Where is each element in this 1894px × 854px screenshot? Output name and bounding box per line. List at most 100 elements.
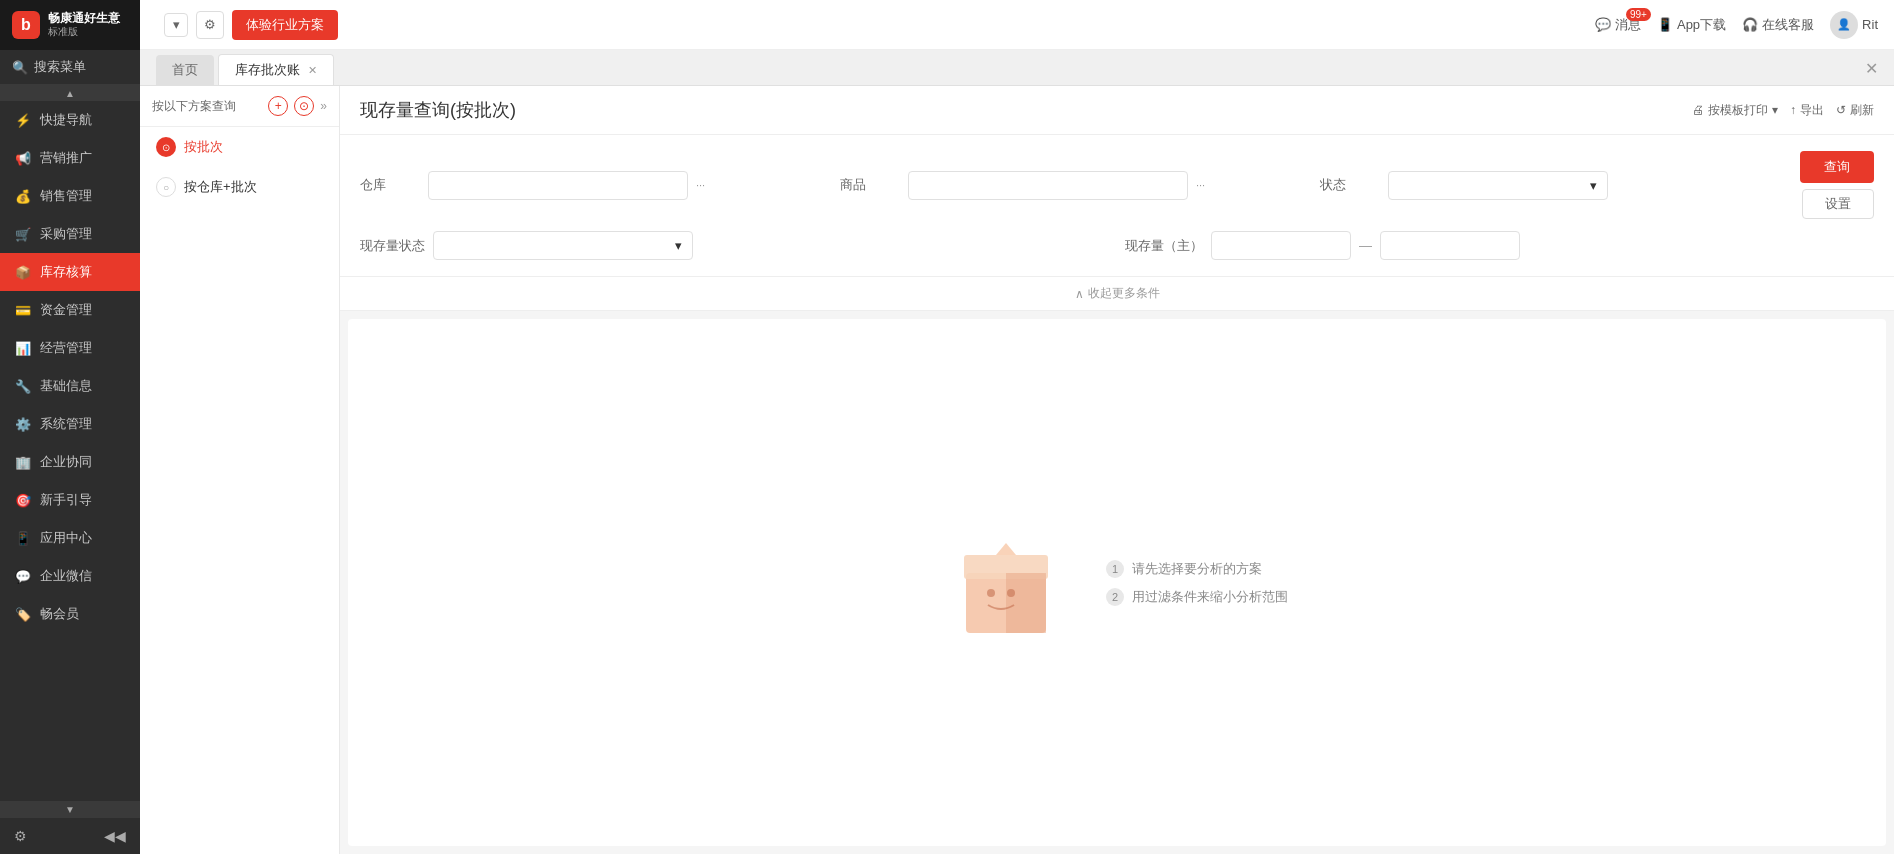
goods-label: 商品 [840, 176, 900, 194]
stock-qty-from-input[interactable] [1211, 231, 1351, 260]
search-icon: 🔍 [12, 60, 28, 75]
empty-state: 1 请先选择要分析的方案 2 用过滤条件来缩小分析范围 [348, 319, 1886, 846]
stock-qty-dash: — [1359, 238, 1372, 253]
export-button[interactable]: ↑ 导出 [1790, 102, 1824, 119]
scheme-panel-title: 按以下方案查询 [152, 98, 236, 115]
user-profile-button[interactable]: 👤 Rit [1830, 11, 1878, 39]
topbar-gear-button[interactable]: ⚙ [196, 11, 224, 39]
warehouse-input[interactable] [428, 171, 688, 200]
collapse-sidebar-icon[interactable]: ◀◀ [104, 828, 126, 844]
tab-batch-close-icon[interactable]: ✕ [308, 64, 317, 77]
export-icon: ↑ [1790, 103, 1796, 117]
refresh-button[interactable]: ↺ 刷新 [1836, 102, 1874, 119]
print-label: 按模板打印 [1708, 102, 1768, 119]
sidebar-item-enterprise[interactable]: 🏢 企业协同 [0, 443, 140, 481]
warehouse-label: 仓库 [360, 176, 420, 194]
online-service-button[interactable]: 🎧 在线客服 [1742, 16, 1814, 34]
svg-point-4 [1007, 589, 1015, 597]
sidebar-search[interactable]: 🔍 搜索菜单 [0, 50, 140, 85]
topbar: ▾ ⚙ 体验行业方案 💬 消息 99+ 📱 App下载 🎧 在线客服 [140, 0, 1894, 50]
stock-status-dropdown-icon: ▾ [675, 238, 682, 253]
basics-icon: 🔧 [14, 377, 32, 395]
sidebar-item-member[interactable]: 🏷️ 畅会员 [0, 595, 140, 633]
apps-icon: 📱 [14, 529, 32, 547]
topbar-left: ▾ ⚙ 体验行业方案 [156, 10, 1583, 40]
app-download-button[interactable]: 📱 App下载 [1657, 16, 1726, 34]
tab-home[interactable]: 首页 [156, 55, 214, 85]
sidebar-item-shortcuts[interactable]: ⚡ 快捷导航 [0, 101, 140, 139]
goods-more-button[interactable]: ··· [1196, 179, 1205, 191]
empty-step-1-label: 请先选择要分析的方案 [1132, 560, 1262, 578]
scheme-item-by-batch[interactable]: ⊙ 按批次 [140, 127, 339, 167]
page-content: 按以下方案查询 + ⊙ » ⊙ 按批次 ○ 按仓库+批次 现存量查询(按批次) [140, 86, 1894, 854]
filter-row-1: 仓库 ··· 商品 ··· 状态 ▾ [360, 151, 1874, 219]
status-dropdown-icon: ▾ [1590, 178, 1597, 193]
sidebar-item-sales[interactable]: 💰 销售管理 [0, 177, 140, 215]
sidebar-item-label: 营销推广 [40, 149, 92, 167]
sidebar-nav: ⚡ 快捷导航 📢 营销推广 💰 销售管理 🛒 采购管理 📦 库存核算 💳 资金管… [0, 101, 140, 801]
service-icon: 🎧 [1742, 17, 1758, 32]
message-icon: 💬 [1595, 17, 1611, 32]
collapse-row[interactable]: ∧ 收起更多条件 [340, 277, 1894, 311]
sidebar-item-newbie[interactable]: 🎯 新手引导 [0, 481, 140, 519]
query-header: 现存量查询(按批次) 🖨 按模板打印 ▾ ↑ 导出 ↺ 刷新 [340, 86, 1894, 135]
empty-illustration [946, 523, 1066, 643]
scheme-item-by-warehouse-batch[interactable]: ○ 按仓库+批次 [140, 167, 339, 207]
operations-icon: 📊 [14, 339, 32, 357]
enterprise-icon: 🏢 [14, 453, 32, 471]
stock-qty-label: 现存量（主） [1125, 237, 1203, 255]
sidebar-item-finance[interactable]: 💳 资金管理 [0, 291, 140, 329]
marketing-icon: 📢 [14, 149, 32, 167]
empty-step-2: 2 用过滤条件来缩小分析范围 [1106, 588, 1288, 606]
print-button[interactable]: 🖨 按模板打印 ▾ [1692, 102, 1778, 119]
shortcuts-icon: ⚡ [14, 111, 32, 129]
scheme-settings-button[interactable]: ⊙ [294, 96, 314, 116]
avatar: 👤 [1830, 11, 1858, 39]
breadcrumb-dropdown-button[interactable]: ▾ [164, 13, 188, 37]
sidebar-item-system[interactable]: ⚙️ 系统管理 [0, 405, 140, 443]
sidebar-item-apps[interactable]: 📱 应用中心 [0, 519, 140, 557]
stock-status-label: 现存量状态 [360, 237, 425, 255]
stock-status-select[interactable]: ▾ [433, 231, 693, 260]
filter-stock-qty: 现存量（主） — [1125, 231, 1874, 260]
settings-button[interactable]: 设置 [1802, 189, 1874, 219]
status-select[interactable]: ▾ [1388, 171, 1608, 200]
sidebar-item-wechat[interactable]: 💬 企业微信 [0, 557, 140, 595]
chevron-down-icon: ▾ [173, 17, 180, 32]
sidebar-scroll-up[interactable]: ▲ [0, 85, 140, 101]
step-num-2: 2 [1106, 588, 1124, 606]
print-icon: 🖨 [1692, 103, 1704, 117]
scheme-collapse-button[interactable]: » [320, 99, 327, 113]
sidebar-item-operations[interactable]: 📊 经营管理 [0, 329, 140, 367]
sidebar-footer: ⚙ ◀◀ [0, 817, 140, 854]
sidebar-item-marketing[interactable]: 📢 营销推广 [0, 139, 140, 177]
query-button[interactable]: 查询 [1800, 151, 1874, 183]
sidebar-search-label: 搜索菜单 [34, 58, 86, 76]
empty-text: 1 请先选择要分析的方案 2 用过滤条件来缩小分析范围 [1106, 560, 1288, 606]
stock-qty-to-input[interactable] [1380, 231, 1520, 260]
scheme-panel-header: 按以下方案查询 + ⊙ » [140, 86, 339, 127]
sidebar-item-basics[interactable]: 🔧 基础信息 [0, 367, 140, 405]
tab-home-label: 首页 [172, 61, 198, 79]
goods-input[interactable] [908, 171, 1188, 200]
system-icon: ⚙️ [14, 415, 32, 433]
scheme-item-icon-active: ⊙ [156, 137, 176, 157]
filter-goods: 商品 ··· [840, 171, 1304, 200]
sidebar-item-label: 资金管理 [40, 301, 92, 319]
sidebar-item-inventory[interactable]: 📦 库存核算 [0, 253, 140, 291]
gear-icon: ⚙ [204, 17, 216, 32]
sales-icon: 💰 [14, 187, 32, 205]
sidebar: b 畅康通好生意 标准版 🔍 搜索菜单 ▲ ⚡ 快捷导航 📢 营销推广 💰 销售… [0, 0, 140, 854]
settings-footer-icon[interactable]: ⚙ [14, 828, 27, 844]
print-dropdown-icon: ▾ [1772, 103, 1778, 117]
experience-button[interactable]: 体验行业方案 [232, 10, 338, 40]
tab-batch-account[interactable]: 库存批次账 ✕ [218, 54, 334, 85]
messages-button[interactable]: 💬 消息 99+ [1595, 16, 1641, 34]
sidebar-item-label: 基础信息 [40, 377, 92, 395]
warehouse-more-button[interactable]: ··· [696, 179, 705, 191]
scheme-add-button[interactable]: + [268, 96, 288, 116]
sidebar-scroll-down[interactable]: ▼ [0, 801, 140, 817]
sidebar-item-label: 快捷导航 [40, 111, 92, 129]
sidebar-item-purchase[interactable]: 🛒 采购管理 [0, 215, 140, 253]
tabs-close-all-icon[interactable]: ✕ [1865, 58, 1878, 77]
